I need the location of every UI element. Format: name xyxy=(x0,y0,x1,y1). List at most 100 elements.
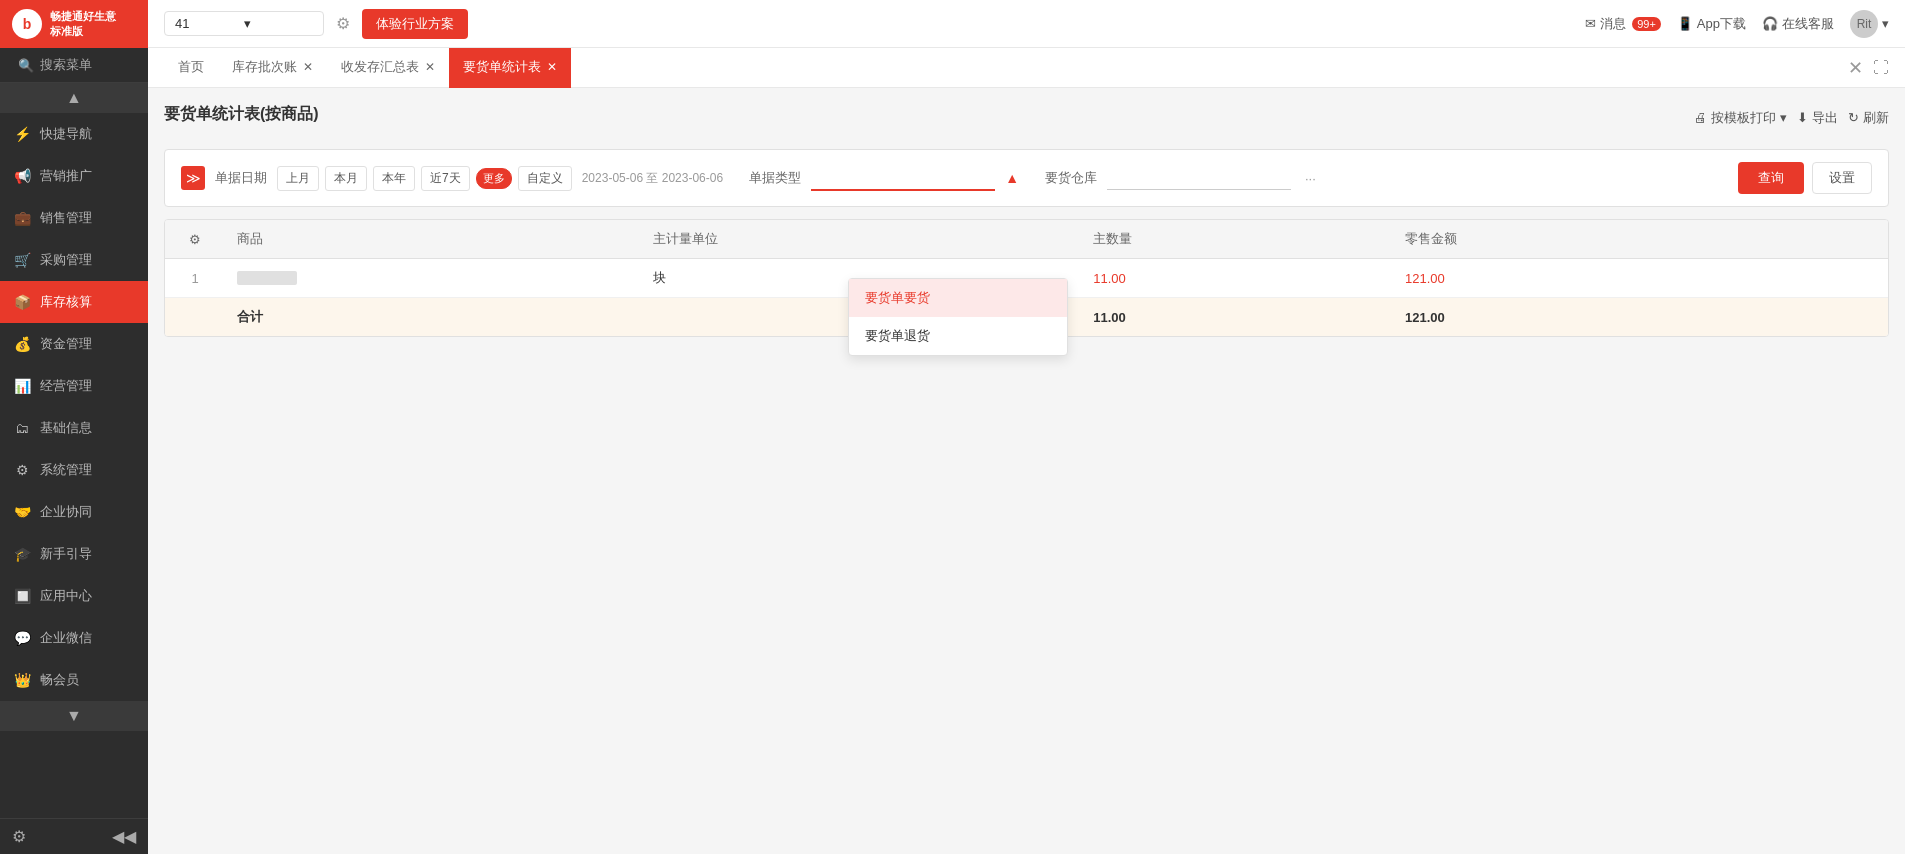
tab-close-inventory-batch[interactable]: ✕ xyxy=(303,60,313,74)
sidebar-bottom: ⚙ ◀◀ xyxy=(0,818,148,854)
user-item[interactable]: Rit ▾ xyxy=(1850,10,1889,38)
date-custom-button[interactable]: 自定义 xyxy=(518,166,572,191)
message-icon: ✉ xyxy=(1585,16,1596,31)
headset-icon: 🎧 xyxy=(1762,16,1778,31)
sidebar-item-quick-nav[interactable]: ⚡ 快捷导航 xyxy=(0,113,148,155)
marketing-icon: 📢 xyxy=(12,166,32,186)
member-icon: 👑 xyxy=(12,670,32,690)
export-icon: ⬇ xyxy=(1797,110,1808,125)
message-item[interactable]: ✉ 消息 99+ xyxy=(1585,15,1661,33)
app-download-item[interactable]: 📱 App下载 xyxy=(1677,15,1746,33)
date-range-display: 2023-05-06 至 2023-06-06 xyxy=(582,170,723,187)
type-dropdown: 要货单要货 要货单退货 xyxy=(848,278,1068,356)
sidebar-item-purchase[interactable]: 🛒 采购管理 xyxy=(0,239,148,281)
tab-home[interactable]: 首页 xyxy=(164,48,218,88)
wechat-icon: 💬 xyxy=(12,628,32,648)
scroll-down-button[interactable]: ▼ xyxy=(0,701,148,731)
date-buttons: 上月 本月 本年 近7天 更多 自定义 xyxy=(277,166,572,191)
collapse-icon[interactable]: ◀◀ xyxy=(112,827,136,846)
type-select[interactable] xyxy=(811,166,995,191)
sidebar-search[interactable]: 🔍 搜索菜单 xyxy=(0,48,148,83)
topbar-right: ✉ 消息 99+ 📱 App下载 🎧 在线客服 Rit ▾ xyxy=(1585,10,1889,38)
sidebar-item-basic[interactable]: 🗂 基础信息 xyxy=(0,407,148,449)
logo-text: 畅捷通好生意 标准版 xyxy=(50,9,116,40)
dropdown-item-order-return[interactable]: 要货单退货 xyxy=(849,317,1067,355)
export-button[interactable]: ⬇ 导出 xyxy=(1797,109,1838,127)
row-qty: 11.00 xyxy=(1081,259,1393,298)
chevron-down-icon: ▾ xyxy=(244,16,313,31)
sidebar-item-finance[interactable]: 💰 资金管理 xyxy=(0,323,148,365)
sidebar-item-sales[interactable]: 💼 销售管理 xyxy=(0,197,148,239)
message-badge: 99+ xyxy=(1632,17,1661,31)
date-this-month-button[interactable]: 本月 xyxy=(325,166,367,191)
apps-icon: 🔲 xyxy=(12,586,32,606)
promo-button[interactable]: 体验行业方案 xyxy=(362,9,468,39)
chevron-down-user-icon: ▾ xyxy=(1882,16,1889,31)
col-product-header: 商品 xyxy=(225,220,641,259)
refresh-icon: ↻ xyxy=(1848,110,1859,125)
filter-actions: 查询 设置 xyxy=(1738,162,1872,194)
content-area: 要货单统计表(按商品) 🖨 按模板打印 ▾ ⬇ 导出 ↻ 刷新 ≫ xyxy=(148,88,1905,854)
sidebar-item-member[interactable]: 👑 畅会员 xyxy=(0,659,148,701)
cooperation-icon: 🤝 xyxy=(12,502,32,522)
avatar: Rit xyxy=(1850,10,1878,38)
topbar-gear-icon[interactable]: ⚙ xyxy=(336,14,350,33)
tab-close-receive-summary[interactable]: ✕ xyxy=(425,60,435,74)
topbar-left: 41 ▾ ⚙ 体验行业方案 xyxy=(164,9,468,39)
warehouse-label: 要货仓库 xyxy=(1045,169,1097,187)
col-amount-header: 零售金额 xyxy=(1393,220,1769,259)
scroll-up-button[interactable]: ▲ xyxy=(0,83,148,113)
sidebar-logo: b 畅捷通好生意 标准版 xyxy=(0,0,148,48)
logo-icon: b xyxy=(12,9,42,39)
phone-icon: 📱 xyxy=(1677,16,1693,31)
tab-order-stat[interactable]: 要货单统计表 ✕ xyxy=(449,48,571,88)
tab-receive-summary[interactable]: 收发存汇总表 ✕ xyxy=(327,48,449,88)
sidebar-item-wechat[interactable]: 💬 企业微信 xyxy=(0,617,148,659)
search-icon: 🔍 xyxy=(18,58,34,73)
col-qty-header: 主数量 xyxy=(1081,220,1393,259)
print-chevron-icon: ▾ xyxy=(1780,110,1787,125)
warehouse-dots-icon[interactable]: ··· xyxy=(1305,171,1316,186)
page-title: 要货单统计表(按商品) xyxy=(164,104,319,125)
filter-expand-button[interactable]: ≫ xyxy=(181,166,205,190)
sidebar: b 畅捷通好生意 标准版 🔍 搜索菜单 ▲ ⚡ 快捷导航 📢 营销推广 💼 销售… xyxy=(0,0,148,854)
sidebar-item-system[interactable]: ⚙ 系统管理 xyxy=(0,449,148,491)
date-this-year-button[interactable]: 本年 xyxy=(373,166,415,191)
row-product xyxy=(225,259,641,298)
settings-button[interactable]: 设置 xyxy=(1812,162,1872,194)
product-placeholder xyxy=(237,271,297,285)
maximize-icon[interactable]: ⛶ xyxy=(1873,59,1889,77)
warehouse-input[interactable] xyxy=(1107,166,1291,190)
query-button[interactable]: 查询 xyxy=(1738,162,1804,194)
sidebar-item-apps[interactable]: 🔲 应用中心 xyxy=(0,575,148,617)
date-more-badge[interactable]: 更多 xyxy=(476,168,512,189)
tabs-bar-right: ✕ ⛶ xyxy=(1848,57,1889,79)
sidebar-item-guide[interactable]: 🎓 新手引导 xyxy=(0,533,148,575)
close-window-icon[interactable]: ✕ xyxy=(1848,57,1863,79)
sidebar-item-cooperation[interactable]: 🤝 企业协同 xyxy=(0,491,148,533)
print-icon: 🖨 xyxy=(1694,110,1707,125)
sales-icon: 💼 xyxy=(12,208,32,228)
sidebar-item-inventory[interactable]: 📦 库存核算 xyxy=(0,281,148,323)
date-last-month-button[interactable]: 上月 xyxy=(277,166,319,191)
inventory-icon: 📦 xyxy=(12,292,32,312)
guide-icon: 🎓 xyxy=(12,544,32,564)
tab-close-order-stat[interactable]: ✕ xyxy=(547,60,557,74)
sidebar-item-marketing[interactable]: 📢 营销推广 xyxy=(0,155,148,197)
row-no: 1 xyxy=(165,259,225,298)
print-button[interactable]: 🖨 按模板打印 ▾ xyxy=(1694,109,1787,127)
toolbar: 🖨 按模板打印 ▾ ⬇ 导出 ↻ 刷新 xyxy=(1694,109,1889,127)
tab-inventory-batch[interactable]: 库存批次账 ✕ xyxy=(218,48,327,88)
settings-icon[interactable]: ⚙ xyxy=(12,827,26,846)
footer-qty: 11.00 xyxy=(1081,298,1393,337)
basic-icon: 🗂 xyxy=(12,418,32,438)
company-selector[interactable]: 41 ▾ xyxy=(164,11,324,36)
date-last-7days-button[interactable]: 近7天 xyxy=(421,166,470,191)
online-service-item[interactable]: 🎧 在线客服 xyxy=(1762,15,1834,33)
type-chevron-icon[interactable]: ▲ xyxy=(1005,170,1019,186)
row-amount: 121.00 xyxy=(1393,259,1769,298)
col-settings-header[interactable]: ⚙ xyxy=(165,220,225,259)
sidebar-item-operation[interactable]: 📊 经营管理 xyxy=(0,365,148,407)
dropdown-item-order-goods[interactable]: 要货单要货 xyxy=(849,279,1067,317)
refresh-button[interactable]: ↻ 刷新 xyxy=(1848,109,1889,127)
